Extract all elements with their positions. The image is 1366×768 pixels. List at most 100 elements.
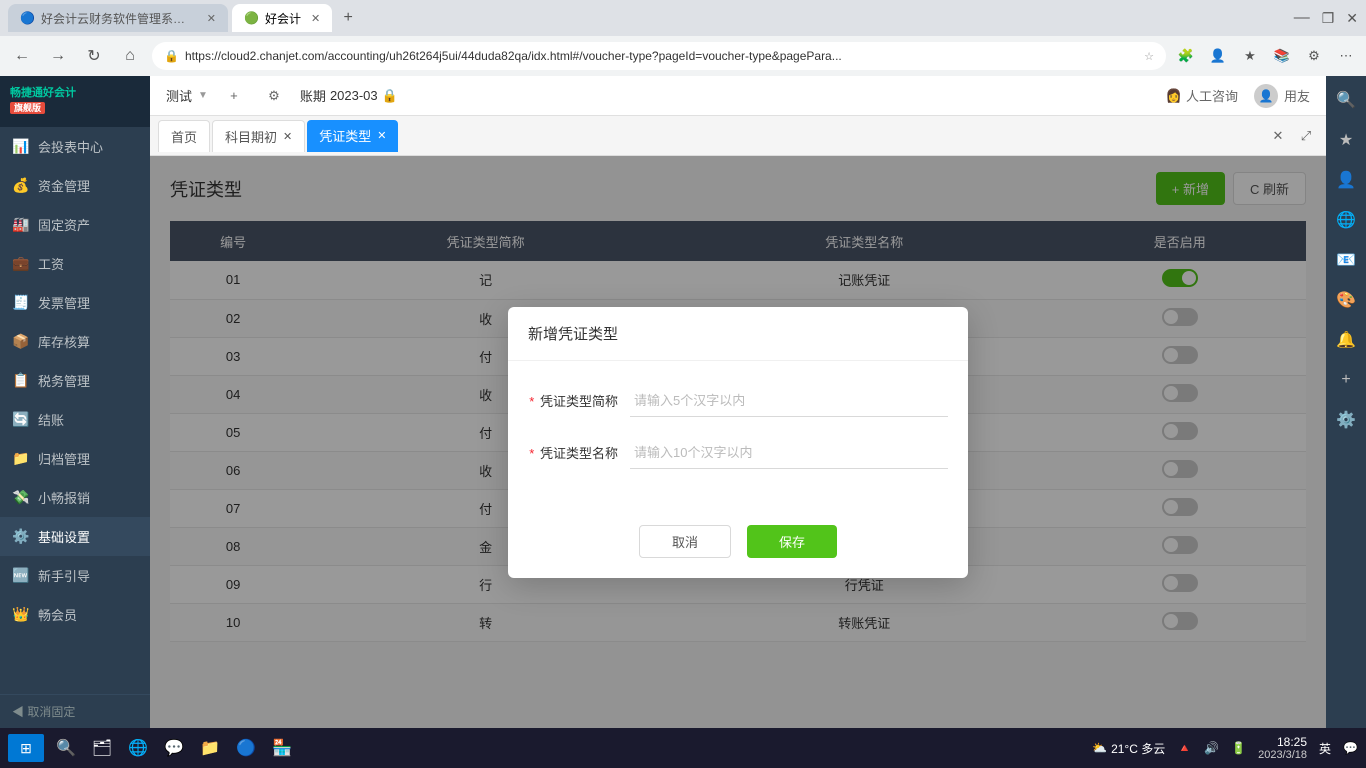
sidebar-badge: 旗舰版 — [10, 102, 45, 114]
forward-button[interactable]: → — [44, 42, 72, 70]
extensions-icon[interactable]: 🧩 — [1174, 44, 1198, 68]
sidebar-item-expense[interactable]: 💸 小畅报销 — [0, 478, 150, 517]
assets-icon: 🏭 — [12, 215, 30, 233]
sidebar-logo-line1: 畅捷通好会计 — [10, 86, 76, 101]
more-icon[interactable]: ⋯ — [1334, 44, 1358, 68]
bookmark-icon[interactable]: ☆ — [1144, 50, 1154, 63]
browser-tab-2-close[interactable]: ✕ — [311, 12, 320, 25]
sidebar-item-guide[interactable]: 🆕 新手引导 — [0, 556, 150, 595]
sidebar-item-invoice[interactable]: 🧾 发票管理 — [0, 283, 150, 322]
right-mail-icon[interactable]: 📧 — [1330, 244, 1362, 276]
reports-icon: 📊 — [12, 137, 30, 155]
tab-subjects-label: 科目期初 — [225, 127, 277, 146]
right-color-icon[interactable]: 🎨 — [1330, 284, 1362, 316]
tab-voucher-type[interactable]: 凭证类型 ✕ — [307, 120, 398, 152]
taskbar-store-icon[interactable]: 🏪 — [268, 734, 296, 762]
cancel-button[interactable]: 取消 — [639, 525, 731, 558]
address-bar[interactable]: 🔒 https://cloud2.chanjet.com/accounting/… — [152, 42, 1166, 70]
home-button[interactable]: ⌂ — [116, 42, 144, 70]
sidebar-item-salary[interactable]: 💼 工资 — [0, 244, 150, 283]
taskbar-time: 18:25 — [1258, 735, 1307, 749]
browser-tab-2[interactable]: 🟢 好会计 ✕ — [232, 4, 332, 32]
taskbar-search-icon[interactable]: 🔍 — [52, 734, 80, 762]
maximize-button[interactable]: ❐ — [1322, 10, 1335, 27]
right-bell-icon[interactable]: 🔔 — [1330, 324, 1362, 356]
user-info[interactable]: 👤 用友 — [1254, 84, 1310, 108]
new-tab-button[interactable]: + — [336, 6, 360, 30]
browser-tab-1[interactable]: 🔵 好会计云财务软件管理系统_会计 ✕ — [8, 4, 228, 32]
workspace-selector[interactable]: 测试 ▼ — [166, 86, 208, 105]
collapse-tab-icon[interactable]: ✕ — [1266, 124, 1290, 148]
cancel-label: 取消 — [672, 535, 698, 550]
taskbar-task-view-icon[interactable]: 🗂 — [88, 734, 116, 762]
right-user-icon[interactable]: 👤 — [1330, 164, 1362, 196]
period-label: 账期 — [300, 86, 326, 105]
expense-icon: 💸 — [12, 488, 30, 506]
tab-home[interactable]: 首页 — [158, 120, 210, 152]
taskbar-folder-icon[interactable]: 📁 — [196, 734, 224, 762]
refresh-button[interactable]: ↻ — [80, 42, 108, 70]
sidebar-item-settings[interactable]: ⚙️ 基础设置 — [0, 517, 150, 556]
abbr-form-row: * 凭证类型简称 — [528, 385, 948, 417]
tab-bar: 🔵 好会计云财务软件管理系统_会计 ✕ 🟢 好会计 ✕ + — ❐ ✕ — [0, 0, 1366, 36]
sidebar-item-tax-label: 税务管理 — [38, 371, 90, 390]
sidebar-item-reports[interactable]: 📊 会投表中心 — [0, 127, 150, 166]
name-input[interactable] — [630, 437, 948, 469]
tab-subjects-close[interactable]: ✕ — [283, 130, 292, 143]
right-add-icon[interactable]: + — [1330, 364, 1362, 396]
sidebar-item-settings-label: 基础设置 — [38, 527, 90, 546]
sidebar-item-inventory-label: 库存核算 — [38, 332, 90, 351]
sidebar-collapse-button[interactable]: ◀ 取消固定 — [0, 694, 150, 728]
sidebar-item-assets[interactable]: 🏭 固定资产 — [0, 205, 150, 244]
favorites-icon[interactable]: ★ — [1238, 44, 1262, 68]
sidebar-item-archive-label: 归档管理 — [38, 449, 90, 468]
tab-subjects[interactable]: 科目期初 ✕ — [212, 120, 305, 152]
taskbar-chrome-icon[interactable]: 🌐 — [124, 734, 152, 762]
add-workspace-button[interactable]: + — [220, 82, 248, 110]
taskbar-edge-icon[interactable]: 🔵 — [232, 734, 260, 762]
right-search-icon[interactable]: 🔍 — [1330, 84, 1362, 116]
profile-icon[interactable]: 👤 — [1206, 44, 1230, 68]
sidebar-item-settlement[interactable]: 🔄 结账 — [0, 400, 150, 439]
start-button[interactable]: ⊞ — [8, 734, 44, 762]
taskbar-wechat-icon[interactable]: 💬 — [160, 734, 188, 762]
sidebar-item-inventory[interactable]: 📦 库存核算 — [0, 322, 150, 361]
save-button[interactable]: 保存 — [747, 525, 837, 558]
taskbar-network-icon: 🔺 — [1177, 741, 1192, 755]
close-window-button[interactable]: ✕ — [1346, 10, 1358, 27]
minimize-button[interactable]: — — [1294, 9, 1310, 27]
collapse-label: ◀ 取消固定 — [12, 705, 75, 719]
right-gear-icon[interactable]: ⚙️ — [1330, 404, 1362, 436]
modal-overlay: 新增凭证类型 * 凭证类型简称 — [150, 156, 1326, 728]
right-star-icon[interactable]: ★ — [1330, 124, 1362, 156]
taskbar-lang: 英 — [1319, 740, 1331, 757]
sidebar: 畅捷通好会计 旗舰版 📊 会投表中心 💰 资金管理 🏭 固定资产 — [0, 76, 150, 728]
browser-chrome: 🔵 好会计云财务软件管理系统_会计 ✕ 🟢 好会计 ✕ + — ❐ ✕ ← → … — [0, 0, 1366, 76]
taskbar-battery-icon: 🔋 — [1231, 741, 1246, 755]
sidebar-item-tax[interactable]: 📋 税务管理 — [0, 361, 150, 400]
inventory-icon: 📦 — [12, 332, 30, 350]
sidebar-item-member[interactable]: 👑 畅会员 — [0, 595, 150, 634]
abbr-input[interactable] — [630, 385, 948, 417]
tab-actions: ✕ ⤢ — [1266, 124, 1318, 148]
settings-icon[interactable]: ⚙ — [1302, 44, 1326, 68]
consult-button[interactable]: 👩 人工咨询 — [1166, 86, 1238, 105]
taskbar-notification-icon[interactable]: 💬 — [1343, 741, 1358, 755]
salary-icon: 💼 — [12, 254, 30, 272]
period-info: 账期 2023-03 🔒 — [300, 86, 398, 105]
sidebar-item-salary-label: 工资 — [38, 254, 64, 273]
workspace-settings-icon[interactable]: ⚙ — [260, 82, 288, 110]
sidebar-item-funds[interactable]: 💰 资金管理 — [0, 166, 150, 205]
funds-icon: 💰 — [12, 176, 30, 194]
expand-tab-icon[interactable]: ⤢ — [1294, 124, 1318, 148]
tab-home-label: 首页 — [171, 127, 197, 146]
modal-footer: 取消 保存 — [508, 513, 968, 578]
collections-icon[interactable]: 📚 — [1270, 44, 1294, 68]
tab-voucher-type-close[interactable]: ✕ — [377, 129, 386, 142]
sidebar-item-archive[interactable]: 📁 归档管理 — [0, 439, 150, 478]
user-label: 用友 — [1284, 86, 1310, 105]
right-globe-icon[interactable]: 🌐 — [1330, 204, 1362, 236]
back-button[interactable]: ← — [8, 42, 36, 70]
consult-icon: 👩 — [1166, 88, 1182, 104]
browser-tab-1-close[interactable]: ✕ — [207, 12, 216, 25]
